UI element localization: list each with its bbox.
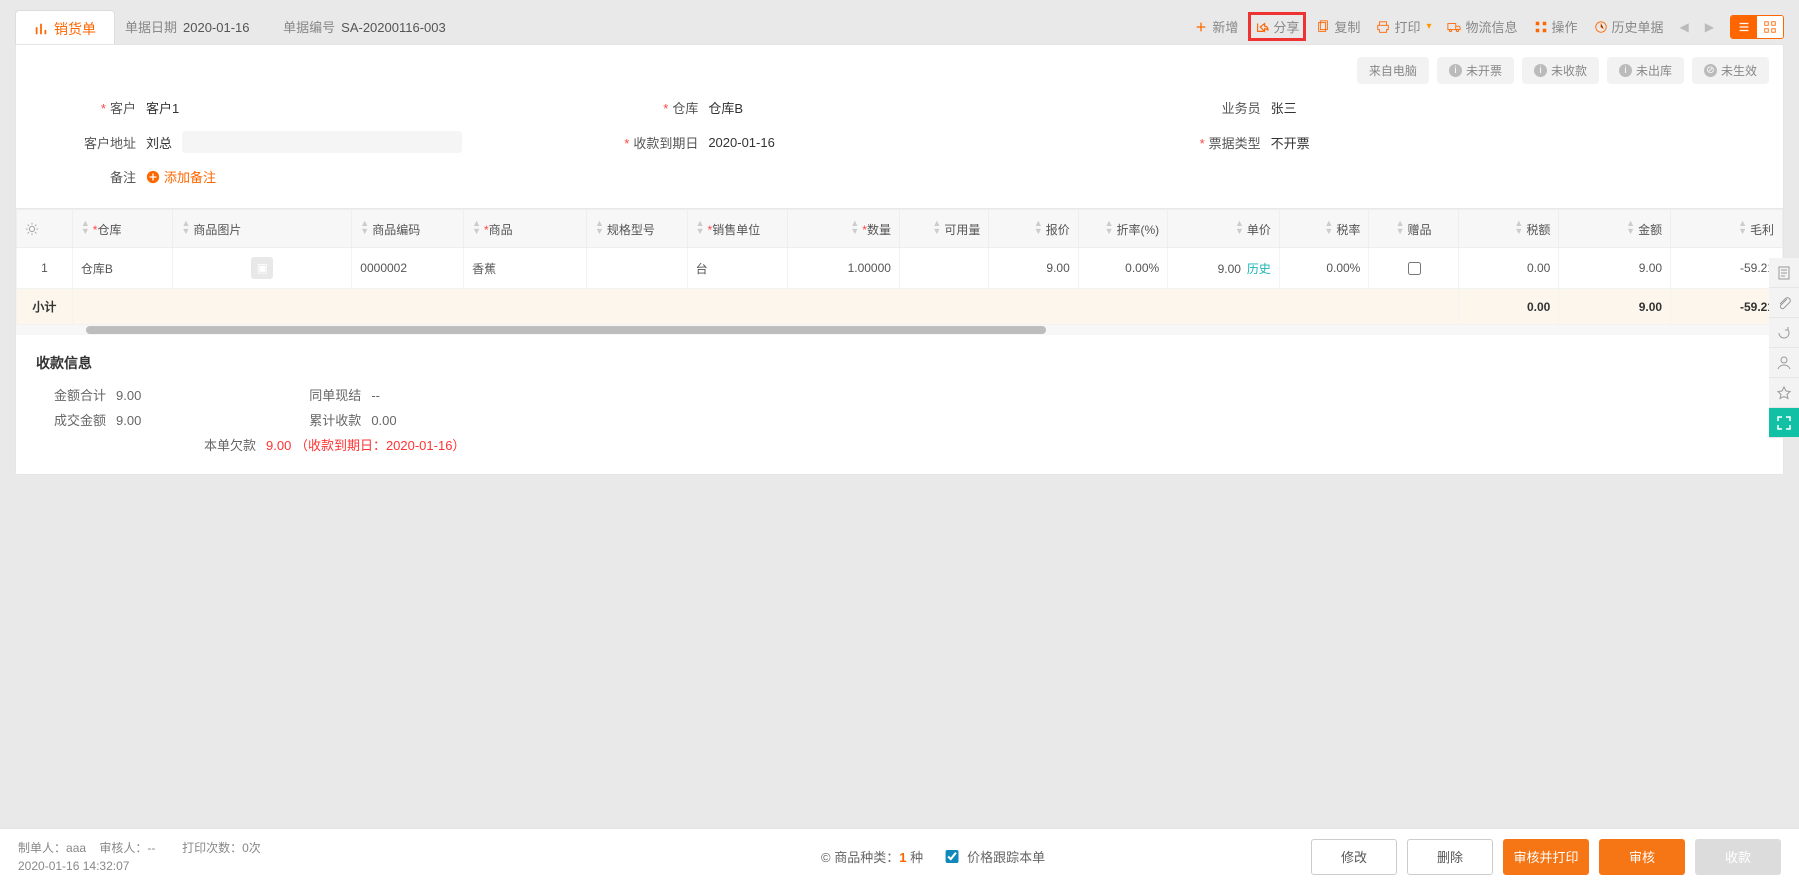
plus-circle-icon [146, 170, 160, 184]
table-row[interactable]: 1 仓库B ▣ 0000002 香蕉 台 1.00000 9.00 0.00% … [17, 248, 1783, 289]
col-taxrate[interactable]: ▲▼税率 [1279, 210, 1368, 248]
history-button[interactable]: 历史单据 [1588, 13, 1670, 40]
col-unit[interactable]: ▲▼*销售单位 [687, 210, 788, 248]
addr-prefix: 刘总 [146, 133, 172, 152]
rail-star-icon[interactable] [1769, 378, 1799, 408]
audit-print-button[interactable]: 审核并打印 [1503, 839, 1589, 875]
status-not-effective: ⊘未生效 [1692, 57, 1769, 84]
rail-refresh-icon[interactable] [1769, 318, 1799, 348]
col-quote[interactable]: ▲▼报价 [989, 210, 1078, 248]
col-gift[interactable]: ▲▼赠品 [1369, 210, 1458, 248]
prev-button[interactable]: ◀ [1674, 20, 1695, 34]
image-placeholder-icon: ▣ [251, 257, 273, 279]
hscrollbar[interactable] [16, 325, 1783, 335]
ops-button[interactable]: 操作 [1528, 13, 1584, 40]
grid-icon [1534, 20, 1548, 34]
rail-expand-icon[interactable] [1769, 408, 1799, 438]
due-value: 2020-01-16 [708, 135, 775, 150]
rail-note-icon[interactable] [1769, 258, 1799, 288]
view-toggle[interactable] [1730, 15, 1784, 39]
col-spec[interactable]: ▲▼规格型号 [587, 210, 688, 248]
col-prod[interactable]: ▲▼*商品 [464, 210, 587, 248]
add-note-button[interactable]: 添加备注 [146, 167, 216, 186]
rail-attach-icon[interactable] [1769, 288, 1799, 318]
info-icon: i [1534, 64, 1547, 77]
status-no-out: i未出库 [1607, 57, 1684, 84]
audit-button[interactable]: 审核 [1599, 839, 1685, 875]
price-history-link[interactable]: 历史 [1247, 262, 1271, 276]
print-button[interactable]: 打印▾ [1370, 13, 1437, 40]
col-img[interactable]: ▲▼商品图片 [173, 210, 352, 248]
col-disc[interactable]: ▲▼折率(%) [1078, 210, 1167, 248]
rail-user-icon[interactable] [1769, 348, 1799, 378]
copy-button[interactable]: 复制 [1310, 13, 1366, 40]
status-no-invoice: i未开票 [1437, 57, 1514, 84]
copy-icon [1316, 20, 1330, 34]
truck-icon [1447, 20, 1461, 34]
col-code[interactable]: ▲▼商品编码 [352, 210, 464, 248]
logistics-button[interactable]: 物流信息 [1441, 13, 1523, 40]
history-icon [1594, 20, 1608, 34]
col-tax[interactable]: ▲▼税额 [1458, 210, 1559, 248]
list-view-icon[interactable] [1731, 16, 1757, 38]
print-icon [1376, 20, 1390, 34]
warehouse-value: 仓库B [708, 98, 743, 117]
delete-button[interactable]: 删除 [1407, 839, 1493, 875]
col-profit[interactable]: ▲▼毛利 [1671, 210, 1783, 248]
subtotal-row: 小计 0.00 9.00 -59.21 [17, 289, 1783, 325]
invtype-value: 不开票 [1271, 133, 1310, 152]
bar-chart-icon [34, 22, 48, 36]
status-no-receive: i未收款 [1522, 57, 1599, 84]
price-follow-checkbox[interactable]: 价格跟踪本单 [941, 847, 1045, 866]
footer-meta: 制单人：aaa 审核人：-- 打印次数：0次 2020-01-16 14:32:… [18, 839, 261, 875]
gift-checkbox[interactable] [1408, 262, 1421, 275]
payment-info: 收款信息 金额合计9.00 同单现结-- 成交金额9.00 累计收款0.00 本… [16, 335, 1783, 464]
plus-icon [1194, 20, 1208, 34]
share-icon [1255, 20, 1269, 34]
info-icon: i [1619, 64, 1632, 77]
addr-redacted [182, 131, 462, 153]
col-price[interactable]: ▲▼单价 [1168, 210, 1280, 248]
next-button[interactable]: ▶ [1699, 20, 1720, 34]
col-qty[interactable]: ▲▼*数量 [788, 210, 900, 248]
customer-value: 客户1 [146, 98, 179, 117]
share-button[interactable]: 分享 [1248, 12, 1306, 41]
pay-title: 收款信息 [36, 353, 1763, 373]
modify-button[interactable]: 修改 [1311, 839, 1397, 875]
status-from-pc: 来自电脑 [1357, 57, 1429, 84]
doc-meta: 单据日期2020-01-16 单据编号SA-20200116-003 [125, 17, 476, 36]
col-amount[interactable]: ▲▼金额 [1559, 210, 1671, 248]
scroll-thumb[interactable] [86, 326, 1046, 334]
gear-icon [25, 222, 39, 236]
sales-value: 张三 [1271, 98, 1297, 117]
col-gear[interactable] [17, 210, 73, 248]
col-wh[interactable]: ▲▼*仓库 [72, 210, 173, 248]
receive-button[interactable]: 收款 [1695, 839, 1781, 875]
col-avail[interactable]: ▲▼可用量 [899, 210, 988, 248]
product-kinds: © 商品种类：1 种 [821, 847, 923, 866]
ban-icon: ⊘ [1704, 64, 1717, 77]
tab-title: 销货单 [54, 19, 96, 39]
add-button[interactable]: 新增 [1188, 13, 1244, 40]
tab-sales-order[interactable]: 销货单 [15, 10, 115, 47]
card-view-icon[interactable] [1757, 16, 1783, 38]
info-icon: i [1449, 64, 1462, 77]
